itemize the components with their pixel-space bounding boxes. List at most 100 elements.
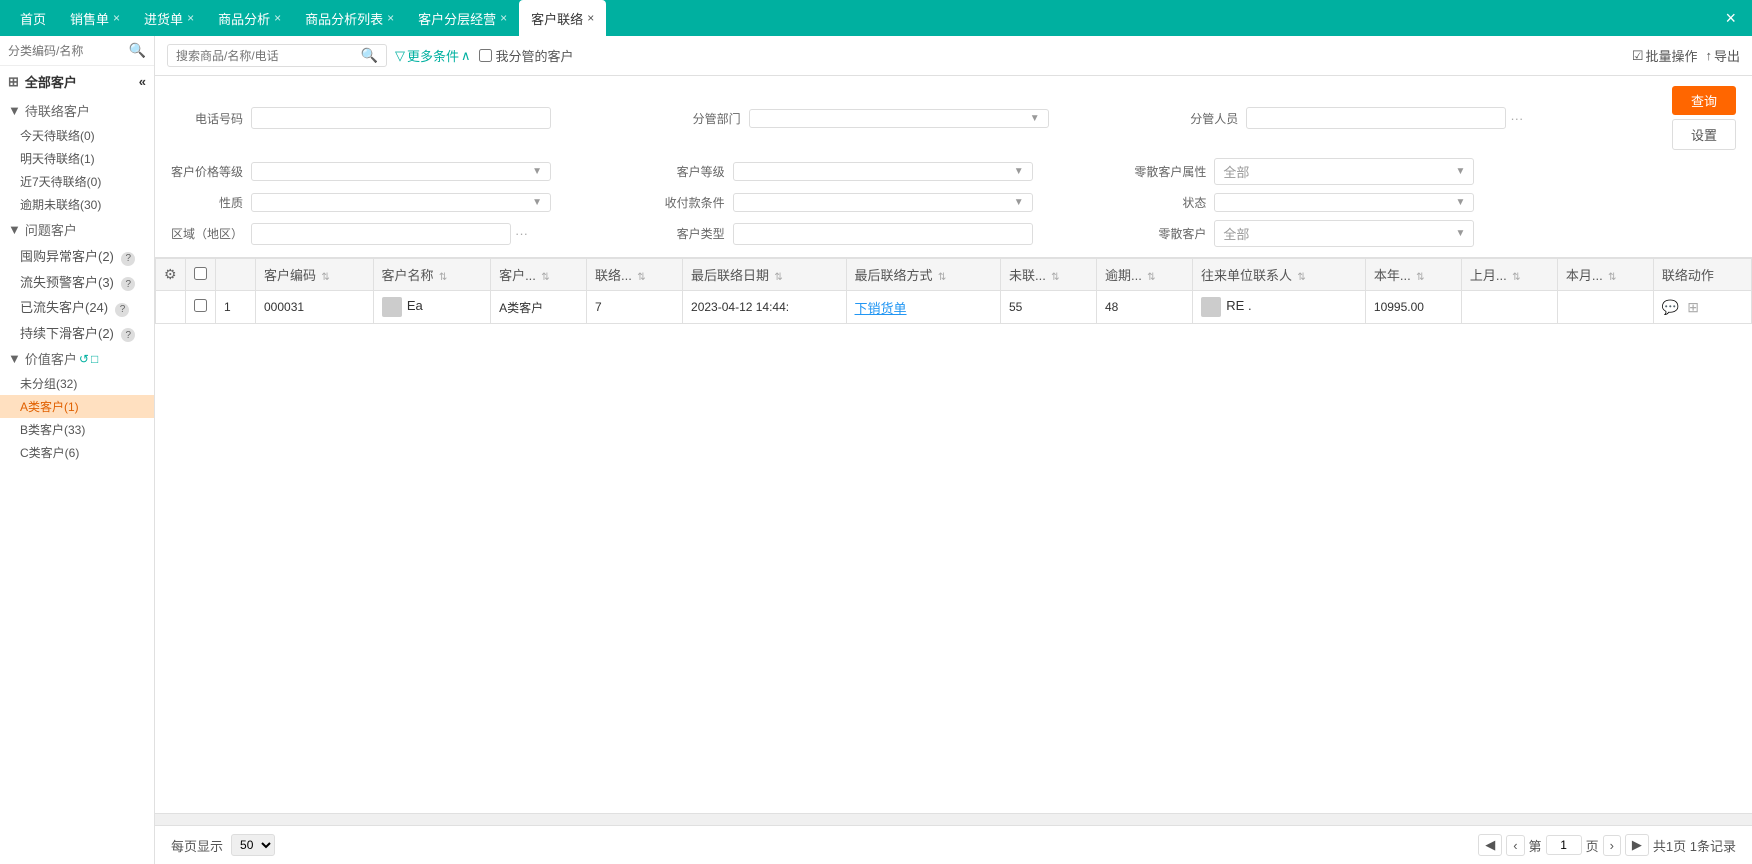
last-method-link[interactable]: 下销货单 [855, 301, 907, 316]
col-name[interactable]: 客户名称 ⇅ [373, 259, 491, 291]
col-customer-type[interactable]: 客户... ⇅ [491, 259, 587, 291]
col-no [216, 259, 256, 291]
filter-status-select[interactable]: ▼ [1214, 193, 1474, 212]
nav-tab-goods-analysis-list[interactable]: 商品分析列表 × [293, 0, 406, 36]
sidebar-item-7days[interactable]: 近7天待联络(0) [0, 170, 154, 193]
nav-tab-customer-contact[interactable]: 客户联络 × [519, 0, 606, 36]
col-this-month[interactable]: 本月... ⇅ [1557, 259, 1653, 291]
info-icon-churned[interactable]: ? [115, 303, 129, 317]
content-area: 🔍 ▽ 更多条件 ∧ 我分管的客户 ☑ 批量操作 ↑ 导出 [155, 36, 1752, 864]
sidebar-section-value[interactable]: ▼ 价值客户 ↺ □ [0, 345, 154, 372]
sidebar-all-customers[interactable]: ⊞ 全部客户 « [0, 66, 154, 97]
my-customers-checkbox[interactable] [479, 49, 492, 62]
sidebar-search-input[interactable] [8, 44, 129, 58]
filter-dept-select[interactable]: ▼ [749, 109, 1049, 128]
filter-price-select[interactable]: ▼ [251, 162, 551, 181]
sidebar-search-icon[interactable]: 🔍 [129, 42, 146, 59]
region-dots-icon[interactable]: ··· [515, 226, 528, 241]
cell-no: 1 [216, 291, 256, 324]
sidebar-collapse-icon[interactable]: « [139, 74, 146, 89]
nav-close-contact[interactable]: × [587, 11, 594, 25]
col-last-method[interactable]: 最后联络方式 ⇅ [846, 259, 1000, 291]
qr-icon[interactable]: ⊞ [1687, 299, 1699, 316]
col-this-year[interactable]: 本年... ⇅ [1365, 259, 1461, 291]
info-icon-hoarding[interactable]: ? [121, 252, 135, 266]
info-icon-declining[interactable]: ? [121, 328, 135, 342]
sort-icon-method: ⇅ [938, 272, 946, 283]
page-size-select[interactable]: 50 [231, 834, 275, 856]
filter-nature-select[interactable]: ▼ [251, 193, 551, 212]
table-settings-icon[interactable]: ⚙ [164, 266, 177, 282]
first-page-btn[interactable]: ◀ [1478, 834, 1502, 856]
col-last-date[interactable]: 最后联络日期 ⇅ [683, 259, 846, 291]
pagination-left: 每页显示 50 [171, 834, 275, 856]
sidebar-item-overdue[interactable]: 逾期未联络(30) [0, 193, 154, 216]
col-contact-count[interactable]: 联络... ⇅ [587, 259, 683, 291]
info-icon-churn-warning[interactable]: ? [121, 277, 135, 291]
sidebar-search-bar: 🔍 [0, 36, 154, 66]
query-button[interactable]: 查询 [1672, 86, 1736, 115]
nav-close-goods-list[interactable]: × [387, 11, 394, 25]
add-group-icon[interactable]: □ [91, 352, 98, 366]
nav-close-segment[interactable]: × [500, 11, 507, 25]
col-contact-person[interactable]: 往来单位联系人 ⇅ [1192, 259, 1365, 291]
filter-customer-type-label: 客户类型 [653, 225, 733, 242]
nav-close-purchase[interactable]: × [187, 11, 194, 25]
sidebar-section-pending[interactable]: ▼ 待联络客户 [0, 97, 154, 124]
filter-scatter-attr-select[interactable]: 全部 ▼ [1214, 158, 1474, 185]
page-input[interactable] [1546, 835, 1582, 855]
nav-home[interactable]: 首页 [8, 0, 58, 36]
sidebar-item-ungroup[interactable]: 未分组(32) [0, 372, 154, 395]
filter-scatter-customer-select[interactable]: 全部 ▼ [1214, 220, 1474, 247]
search-bar: 🔍 ▽ 更多条件 ∧ 我分管的客户 ☑ 批量操作 ↑ 导出 [155, 36, 1752, 76]
sidebar-item-today[interactable]: 今天待联络(0) [0, 124, 154, 147]
my-customers-checkbox-label[interactable]: 我分管的客户 [479, 46, 574, 65]
export-btn[interactable]: ↑ 导出 [1705, 46, 1740, 65]
more-filters-btn[interactable]: ▽ 更多条件 ∧ [395, 46, 471, 65]
filter-payment-select[interactable]: ▼ [733, 193, 1033, 212]
sidebar-item-hoarding[interactable]: 囤购异常客户(2) ? [0, 243, 154, 269]
sidebar-section-problem[interactable]: ▼ 问题客户 [0, 216, 154, 243]
sidebar-item-c-class[interactable]: C类客户(6) [0, 441, 154, 464]
comment-icon[interactable]: 💬 [1662, 299, 1679, 316]
person-dots-icon[interactable]: ··· [1510, 111, 1523, 126]
sidebar-item-churn-warning[interactable]: 流失预警客户(3) ? [0, 269, 154, 295]
table-scroll-bar[interactable] [155, 813, 1752, 825]
next-page-btn[interactable]: › [1603, 835, 1621, 856]
nav-close-goods-analysis[interactable]: × [274, 11, 281, 25]
cell-this-month [1557, 291, 1653, 324]
last-page-btn[interactable]: ▶ [1625, 834, 1649, 856]
sidebar-item-churned[interactable]: 已流失客户(24) ? [0, 294, 154, 320]
top-nav-right: × [1717, 8, 1744, 29]
search-input[interactable] [176, 49, 361, 63]
filter-customer-type-input[interactable] [733, 223, 1033, 245]
select-all-checkbox[interactable] [194, 267, 207, 280]
filter-panel: 电话号码 分管部门 ▼ 分管人员 ··· 查询 设置 [155, 76, 1752, 258]
filter-customer-level-select[interactable]: ▼ [733, 162, 1033, 181]
refresh-icon[interactable]: ↺ [79, 352, 89, 366]
close-all-btn[interactable]: × [1717, 8, 1744, 29]
filter-person-input[interactable] [1246, 107, 1506, 129]
sidebar-item-declining[interactable]: 持续下滑客户(2) ? [0, 320, 154, 346]
row-checkbox[interactable] [194, 299, 207, 312]
prev-page-btn[interactable]: ‹ [1506, 835, 1524, 856]
search-icon[interactable]: 🔍 [361, 47, 378, 64]
col-code[interactable]: 客户编码 ⇅ [256, 259, 374, 291]
filter-phone-input[interactable] [251, 107, 551, 129]
col-overdue[interactable]: 逾期... ⇅ [1096, 259, 1192, 291]
col-uncontacted[interactable]: 未联... ⇅ [1000, 259, 1096, 291]
sidebar-item-tomorrow[interactable]: 明天待联络(1) [0, 147, 154, 170]
nav-close-salesorder[interactable]: × [113, 11, 120, 25]
nav-tab-salesorder[interactable]: 销售单 × [58, 0, 132, 36]
cell-overdue: 48 [1096, 291, 1192, 324]
nav-tab-customer-segment[interactable]: 客户分层经营 × [406, 0, 519, 36]
setting-button[interactable]: 设置 [1672, 119, 1736, 150]
col-actions: 联络动作 [1653, 259, 1751, 291]
nav-tab-goods-analysis[interactable]: 商品分析 × [206, 0, 293, 36]
nav-tab-purchase[interactable]: 进货单 × [132, 0, 206, 36]
batch-op-btn[interactable]: ☑ 批量操作 [1632, 46, 1698, 65]
col-last-month[interactable]: 上月... ⇅ [1461, 259, 1557, 291]
filter-region-input[interactable] [251, 223, 511, 245]
sidebar-item-b-class[interactable]: B类客户(33) [0, 418, 154, 441]
sidebar-item-a-class[interactable]: A类客户(1) [0, 395, 154, 418]
